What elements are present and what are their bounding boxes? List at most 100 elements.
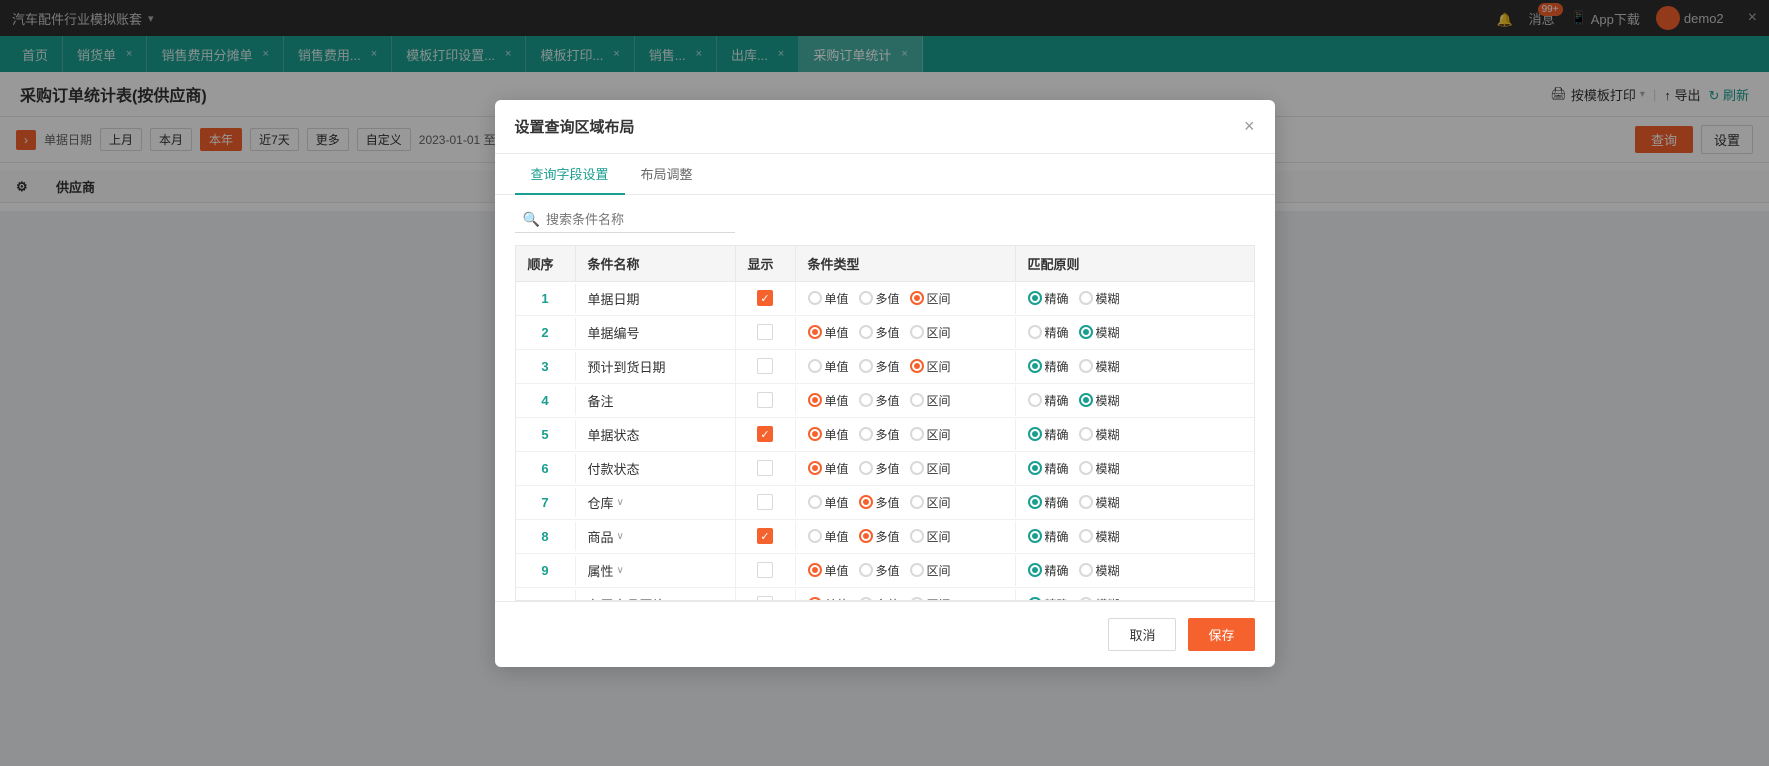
radio-match-精确[interactable]: 精确 <box>1028 426 1069 443</box>
checkbox-wrap[interactable]: ✓ <box>757 290 773 306</box>
radio-type-区间[interactable]: 区间 <box>910 358 951 375</box>
checkbox-wrap[interactable] <box>757 358 773 374</box>
radio-match-精确[interactable]: 精确 <box>1028 358 1069 375</box>
radio-label: 模糊 <box>1096 324 1120 341</box>
radio-type-区间[interactable]: 区间 <box>910 494 951 511</box>
radio-type-单值[interactable]: 单值 <box>808 290 849 307</box>
radio-match-精确[interactable]: 精确 <box>1028 460 1069 477</box>
cell-checkbox[interactable] <box>736 351 796 381</box>
cell-order: 1 <box>516 284 576 313</box>
cell-order: 4 <box>516 386 576 415</box>
radio-label: 区间 <box>927 528 951 545</box>
radio-dot <box>808 291 822 305</box>
cell-checkbox[interactable] <box>736 385 796 415</box>
radio-label: 区间 <box>927 426 951 443</box>
cell-checkbox[interactable] <box>736 453 796 483</box>
radio-match-精确[interactable]: 精确 <box>1028 528 1069 545</box>
radio-dot <box>859 325 873 339</box>
radio-match-精确[interactable]: 精确 <box>1028 290 1069 307</box>
modal-footer: 取消 保存 <box>495 601 1275 667</box>
modal-close-button[interactable]: × <box>1244 117 1255 135</box>
radio-type-单值[interactable]: 单值 <box>808 324 849 341</box>
cell-checkbox[interactable] <box>736 317 796 347</box>
checkbox-wrap[interactable] <box>757 324 773 340</box>
radio-dot <box>808 393 822 407</box>
dropdown-arrow-icon[interactable]: ∨ <box>617 531 624 542</box>
radio-match-模糊[interactable]: 模糊 <box>1079 290 1120 307</box>
cell-checkbox[interactable]: ✓ <box>736 283 796 313</box>
radio-match-精确[interactable]: 精确 <box>1028 392 1069 409</box>
cell-match: 精确模糊 <box>1016 487 1196 518</box>
radio-type-多值[interactable]: 多值 <box>859 290 900 307</box>
radio-type-多值[interactable]: 多值 <box>859 460 900 477</box>
radio-type-区间[interactable]: 区间 <box>910 324 951 341</box>
radio-match-模糊[interactable]: 模糊 <box>1079 528 1120 545</box>
radio-dot <box>808 359 822 373</box>
cell-checkbox[interactable]: ✓ <box>736 419 796 449</box>
search-input[interactable] <box>546 212 706 227</box>
radio-type-单值[interactable]: 单值 <box>808 562 849 579</box>
radio-type-多值[interactable]: 多值 <box>859 324 900 341</box>
modal-table: 顺序 条件名称 显示 条件类型 匹配原则 1单据日期✓单值多值区间精确模糊2单据… <box>515 245 1255 601</box>
radio-dot <box>1079 427 1093 441</box>
table-row: 6付款状态单值多值区间精确模糊 <box>516 452 1254 486</box>
cancel-button[interactable]: 取消 <box>1108 618 1176 651</box>
cell-match: 精确模糊 <box>1016 521 1196 552</box>
radio-type-单值[interactable]: 单值 <box>808 460 849 477</box>
radio-match-模糊[interactable]: 模糊 <box>1079 494 1120 511</box>
radio-match-精确[interactable]: 精确 <box>1028 562 1069 579</box>
checkbox-wrap[interactable] <box>757 494 773 510</box>
checkbox-wrap[interactable] <box>757 392 773 408</box>
cell-checkbox[interactable] <box>736 589 796 601</box>
radio-type-单值[interactable]: 单值 <box>808 528 849 545</box>
radio-type-多值[interactable]: 多值 <box>859 358 900 375</box>
checkbox-wrap[interactable] <box>757 562 773 578</box>
cell-type: 单值多值区间 <box>796 487 1016 518</box>
radio-match-精确[interactable]: 精确 <box>1028 324 1069 341</box>
radio-match-模糊[interactable]: 模糊 <box>1079 358 1120 375</box>
cell-checkbox[interactable] <box>736 555 796 585</box>
cell-checkbox[interactable]: ✓ <box>736 521 796 551</box>
radio-match-模糊[interactable]: 模糊 <box>1079 426 1120 443</box>
radio-type-多值[interactable]: 多值 <box>859 494 900 511</box>
dropdown-arrow-icon[interactable]: ∨ <box>617 565 624 576</box>
checkbox-wrap[interactable]: ✓ <box>757 528 773 544</box>
radio-match-模糊[interactable]: 模糊 <box>1079 324 1120 341</box>
radio-type-区间[interactable]: 区间 <box>910 392 951 409</box>
radio-match-模糊[interactable]: 模糊 <box>1079 562 1120 579</box>
radio-label: 模糊 <box>1096 392 1120 409</box>
radio-type-单值[interactable]: 单值 <box>808 426 849 443</box>
dropdown-arrow-icon[interactable]: ∨ <box>617 497 624 508</box>
radio-type-区间[interactable]: 区间 <box>910 290 951 307</box>
radio-type-多值[interactable]: 多值 <box>859 562 900 579</box>
radio-dot <box>910 393 924 407</box>
checkbox-wrap[interactable] <box>757 460 773 476</box>
cell-checkbox[interactable] <box>736 487 796 517</box>
radio-label: 区间 <box>927 460 951 477</box>
radio-type-多值[interactable]: 多值 <box>859 528 900 545</box>
radio-dot <box>859 359 873 373</box>
checkbox-wrap[interactable]: ✓ <box>757 426 773 442</box>
cell-name: 预计到货日期 <box>576 350 736 383</box>
modal-tab-layout[interactable]: 布局调整 <box>625 154 709 195</box>
radio-dot <box>1079 393 1093 407</box>
radio-type-区间[interactable]: 区间 <box>910 460 951 477</box>
radio-label: 区间 <box>927 358 951 375</box>
modal-tab-query-fields[interactable]: 查询字段设置 <box>515 154 625 195</box>
modal-overlay[interactable]: 设置查询区域布局 × 查询字段设置 布局调整 🔍 顺序 条件名称 显示 条件类型… <box>0 0 1769 766</box>
radio-type-区间[interactable]: 区间 <box>910 562 951 579</box>
radio-match-模糊[interactable]: 模糊 <box>1079 460 1120 477</box>
radio-type-单值[interactable]: 单值 <box>808 358 849 375</box>
radio-type-单值[interactable]: 单值 <box>808 494 849 511</box>
radio-type-多值[interactable]: 多值 <box>859 392 900 409</box>
radio-type-区间[interactable]: 区间 <box>910 528 951 545</box>
radio-match-模糊[interactable]: 模糊 <box>1079 392 1120 409</box>
cell-type: 单值多值 区间 <box>796 453 1016 484</box>
cell-name: 付款状态 <box>576 452 736 485</box>
radio-type-单值[interactable]: 单值 <box>808 392 849 409</box>
save-button[interactable]: 保存 <box>1188 618 1254 651</box>
radio-type-多值[interactable]: 多值 <box>859 426 900 443</box>
radio-dot <box>1079 359 1093 373</box>
radio-match-精确[interactable]: 精确 <box>1028 494 1069 511</box>
radio-type-区间[interactable]: 区间 <box>910 426 951 443</box>
